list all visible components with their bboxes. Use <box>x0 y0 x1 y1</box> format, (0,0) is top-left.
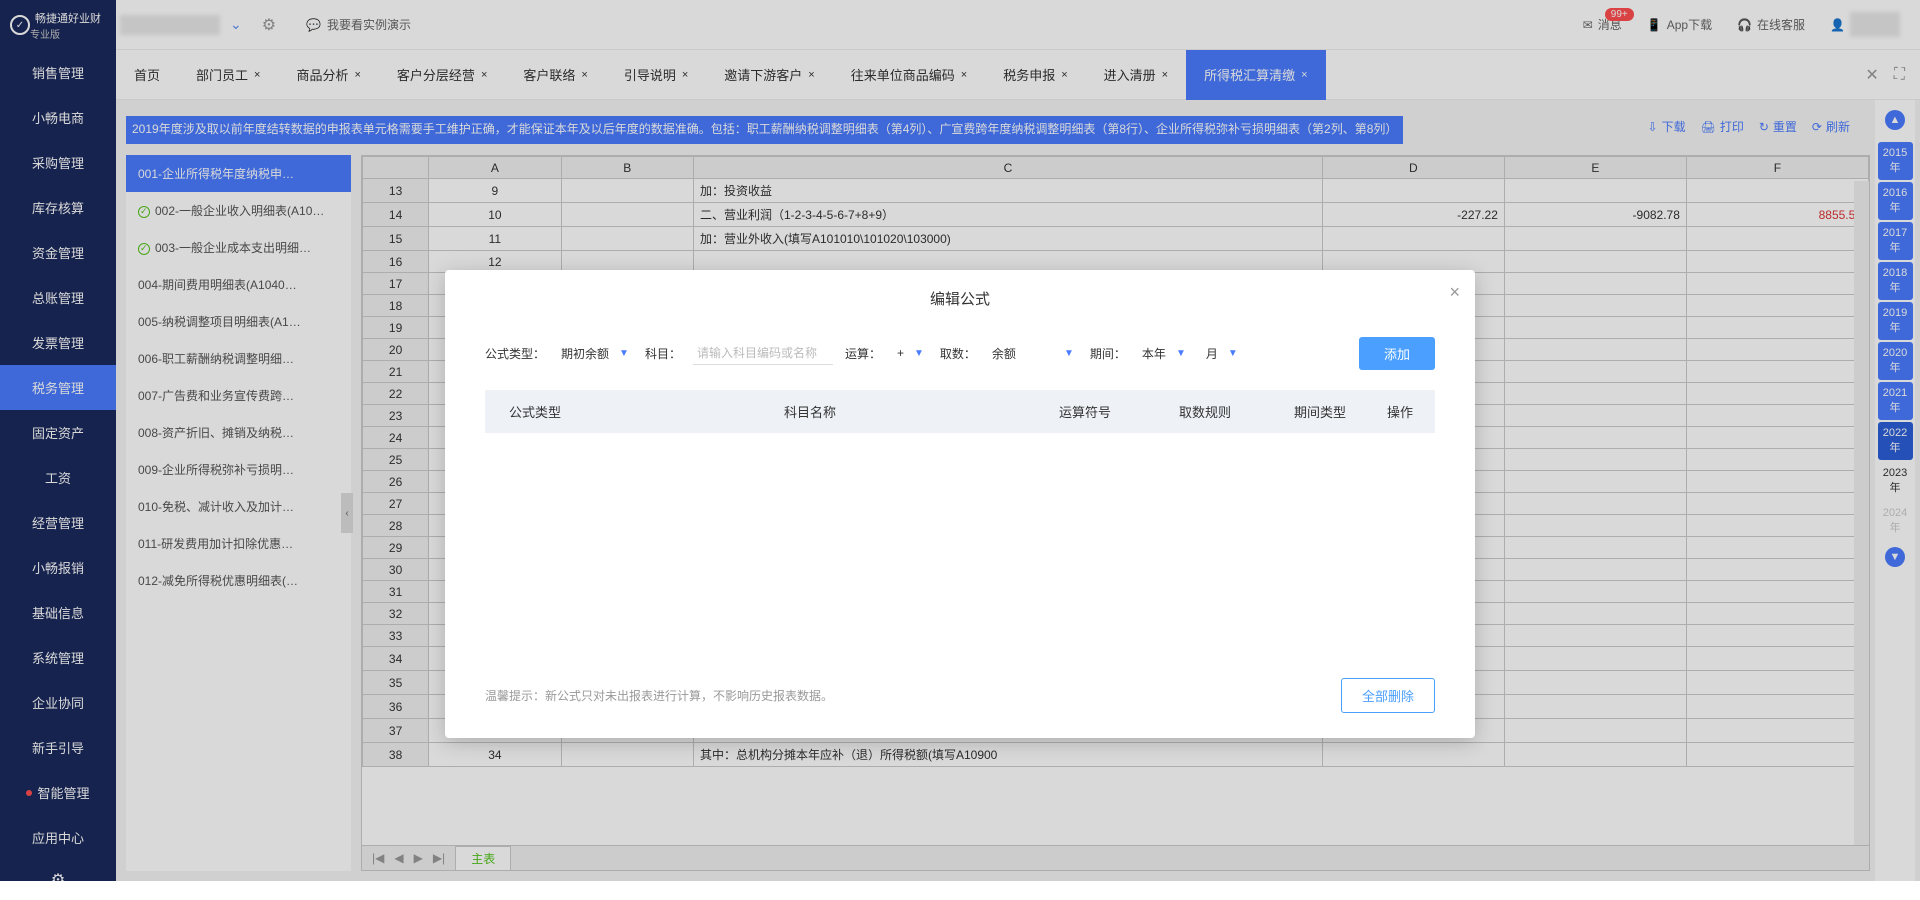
chevron-down-icon: ▼ <box>914 348 924 359</box>
subject-label: 科目： <box>645 345 681 362</box>
chevron-down-icon: ▼ <box>1228 348 1238 359</box>
calc-label: 运算： <box>845 345 881 362</box>
table-header: 运算符号 <box>1035 390 1135 433</box>
chevron-down-icon: ▼ <box>1064 348 1074 359</box>
period-year-select[interactable]: 本年▼ <box>1138 343 1190 365</box>
clear-all-button[interactable]: 全部删除 <box>1341 678 1435 713</box>
modal-title: 编辑公式 <box>930 291 990 308</box>
add-button[interactable]: 添加 <box>1359 337 1435 370</box>
table-header: 期间类型 <box>1275 390 1365 433</box>
modal-header: 编辑公式 × <box>445 270 1475 327</box>
chevron-down-icon: ▼ <box>1176 348 1186 359</box>
table-header: 公式类型 <box>485 390 585 433</box>
modal-close-icon[interactable]: × <box>1449 282 1460 303</box>
table-header: 取数规则 <box>1135 390 1275 433</box>
chevron-down-icon: ▼ <box>619 348 629 359</box>
formula-type-select[interactable]: 期初余额▼ <box>557 343 633 365</box>
edit-formula-modal: 编辑公式 × 公式类型： 期初余额▼ 科目： 运算： +▼ 取数： 余额▼ 期间… <box>445 270 1475 738</box>
formula-table: 公式类型科目名称运算符号取数规则期间类型操作 <box>485 390 1435 433</box>
subject-input[interactable] <box>693 342 833 365</box>
modal-tip: 温馨提示：新公式只对未出报表进行计算，不影响历史报表数据。 <box>485 687 833 704</box>
formula-type-label: 公式类型： <box>485 345 545 362</box>
period-label: 期间： <box>1090 345 1126 362</box>
fetch-select[interactable]: 余额▼ <box>988 343 1078 365</box>
fetch-label: 取数： <box>940 345 976 362</box>
period-month-select[interactable]: 月▼ <box>1202 343 1242 365</box>
table-header: 科目名称 <box>585 390 1035 433</box>
calc-select[interactable]: +▼ <box>893 344 928 363</box>
table-header: 操作 <box>1365 390 1435 433</box>
formula-table-body <box>485 433 1435 633</box>
